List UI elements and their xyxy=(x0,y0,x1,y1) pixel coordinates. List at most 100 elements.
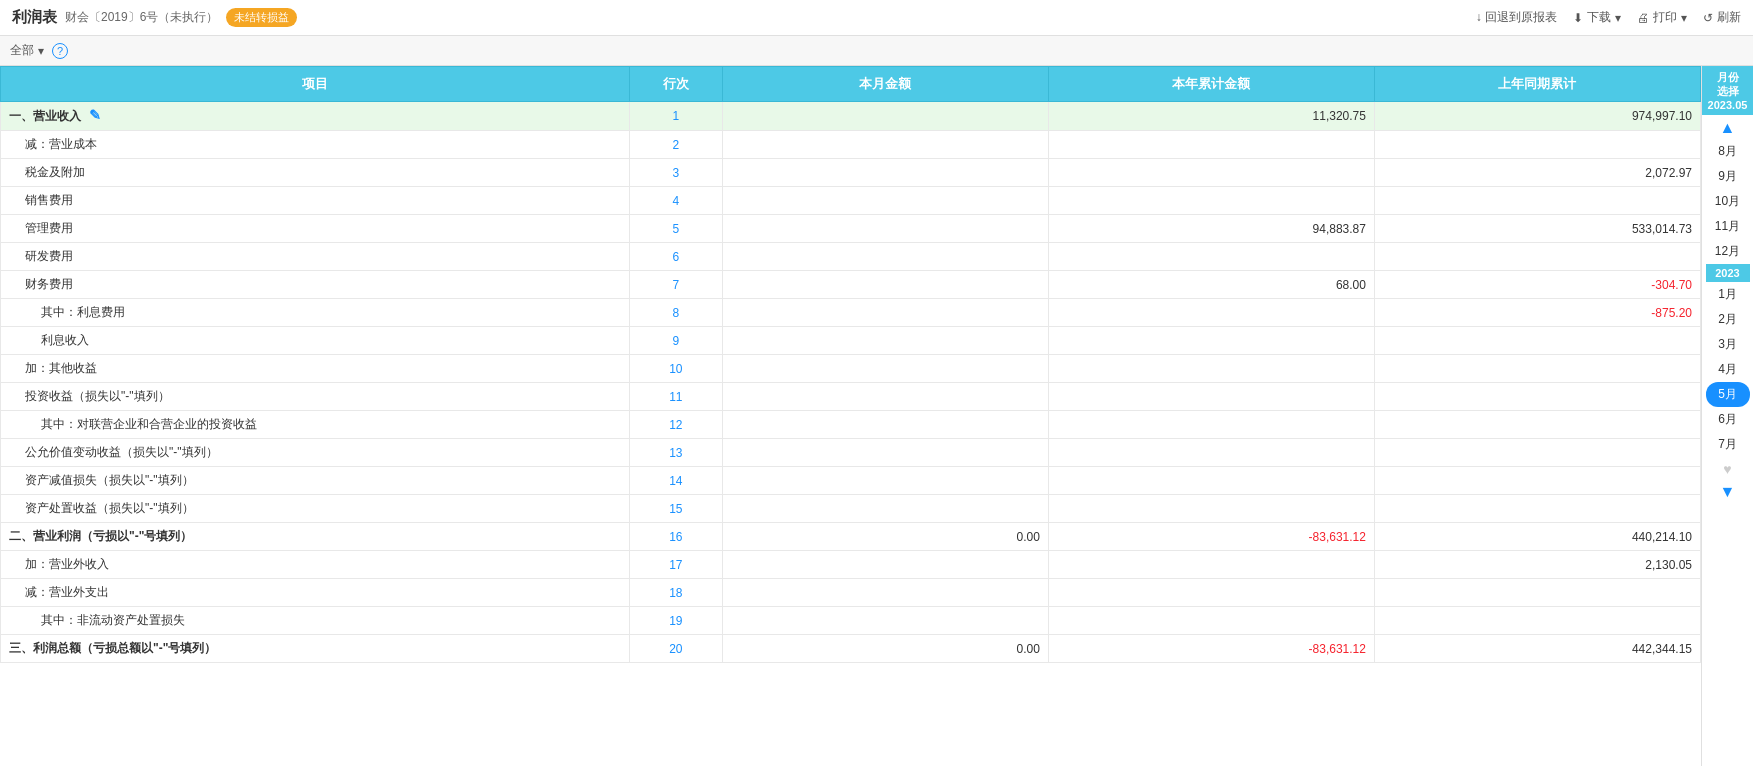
row-name-text: 资产减值损失（损失以"-"填列） xyxy=(25,473,194,487)
row-name-text: 二、营业利润（亏损以"-"号填列） xyxy=(9,529,192,543)
row-name-text: 其中：对联营企业和合营企业的投资收益 xyxy=(41,417,257,431)
cell-ytd-value xyxy=(1048,355,1374,383)
table-row[interactable]: 其中：利息费用8-875.20 xyxy=(1,299,1701,327)
cell-row-num: 19 xyxy=(629,607,722,635)
cell-name: 其中：利息费用 xyxy=(1,299,630,327)
cell-prior-value xyxy=(1374,355,1700,383)
table-row[interactable]: 二、营业利润（亏损以"-"号填列）160.00-83,631.12440,214… xyxy=(1,523,1701,551)
month-item[interactable]: 1月 xyxy=(1706,282,1750,307)
cell-name: 财务费用 xyxy=(1,271,630,299)
cell-month-value xyxy=(722,327,1048,355)
month-item[interactable]: 2月 xyxy=(1706,307,1750,332)
cell-month-value xyxy=(722,355,1048,383)
row-name-text: 公允价值变动收益（损失以"-"填列） xyxy=(25,445,218,459)
cell-month-value xyxy=(722,607,1048,635)
table-row[interactable]: 一、营业收入 ✎111,320.75974,997.10 xyxy=(1,102,1701,131)
cell-prior-value xyxy=(1374,131,1700,159)
cell-ytd-value: -83,631.12 xyxy=(1048,523,1374,551)
cell-name: 一、营业收入 ✎ xyxy=(1,102,630,131)
cell-prior-value xyxy=(1374,467,1700,495)
month-item[interactable]: 4月 xyxy=(1706,357,1750,382)
data-table: 项目 行次 本月金额 本年累计金额 上年同期累计 一、营业收入 ✎111,320… xyxy=(0,66,1701,663)
toolbar: 全部 ▾ ? xyxy=(0,36,1753,66)
row-name-text: 三、利润总额（亏损总额以"-"号填列） xyxy=(9,641,216,655)
cell-row-num: 1 xyxy=(629,102,722,131)
table-row[interactable]: 投资收益（损失以"-"填列）11 xyxy=(1,383,1701,411)
cell-row-num: 18 xyxy=(629,579,722,607)
side-panel-header: 月份选择 2023.05 xyxy=(1702,66,1753,115)
month-item[interactable]: 8月 xyxy=(1706,139,1750,164)
cell-prior-value xyxy=(1374,327,1700,355)
cell-prior-value xyxy=(1374,579,1700,607)
table-row[interactable]: 其中：对联营企业和合营企业的投资收益12 xyxy=(1,411,1701,439)
cell-ytd-value xyxy=(1048,131,1374,159)
table-row[interactable]: 利息收入9 xyxy=(1,327,1701,355)
cell-ytd-value: -83,631.12 xyxy=(1048,635,1374,663)
table-row[interactable]: 管理费用594,883.87533,014.73 xyxy=(1,215,1701,243)
month-item[interactable]: 7月 xyxy=(1706,432,1750,457)
cell-row-num: 16 xyxy=(629,523,722,551)
print-chevron-icon: ▾ xyxy=(1681,11,1687,25)
month-item[interactable]: 5月 xyxy=(1706,382,1750,407)
table-row[interactable]: 加：其他收益10 xyxy=(1,355,1701,383)
scope-selector[interactable]: 全部 ▾ xyxy=(10,42,44,59)
table-row[interactable]: 减：营业外支出18 xyxy=(1,579,1701,607)
table-row[interactable]: 资产减值损失（损失以"-"填列）14 xyxy=(1,467,1701,495)
table-row[interactable]: 财务费用768.00-304.70 xyxy=(1,271,1701,299)
table-row[interactable]: 税金及附加32,072.97 xyxy=(1,159,1701,187)
main-content: 项目 行次 本月金额 本年累计金额 上年同期累计 一、营业收入 ✎111,320… xyxy=(0,66,1753,766)
month-item[interactable]: 11月 xyxy=(1706,214,1750,239)
month-item[interactable]: 3月 xyxy=(1706,332,1750,357)
cell-month-value xyxy=(722,159,1048,187)
header-left: 利润表 财会〔2019〕6号（未执行） 未结转损益 xyxy=(12,8,297,27)
year-marker: 2023 xyxy=(1706,264,1750,282)
cell-month-value xyxy=(722,271,1048,299)
row-name-text: 研发费用 xyxy=(25,249,73,263)
header-right: ↓ 回退到原报表 ⬇ 下载 ▾ 🖨 打印 ▾ ↺ 刷新 xyxy=(1476,9,1741,26)
table-row[interactable]: 加：营业外收入172,130.05 xyxy=(1,551,1701,579)
cell-ytd-value xyxy=(1048,579,1374,607)
row-name-text: 一、营业收入 xyxy=(9,109,81,123)
table-row[interactable]: 三、利润总额（亏损总额以"-"号填列）200.00-83,631.12442,3… xyxy=(1,635,1701,663)
refresh-btn[interactable]: ↺ 刷新 xyxy=(1703,9,1741,26)
cell-name: 三、利润总额（亏损总额以"-"号填列） xyxy=(1,635,630,663)
col-header-prior: 上年同期累计 xyxy=(1374,67,1700,102)
cell-ytd-value: 94,883.87 xyxy=(1048,215,1374,243)
download-btn[interactable]: ⬇ 下载 ▾ xyxy=(1573,9,1621,26)
cell-prior-value: -304.70 xyxy=(1374,271,1700,299)
print-btn[interactable]: 🖨 打印 ▾ xyxy=(1637,9,1687,26)
table-row[interactable]: 研发费用6 xyxy=(1,243,1701,271)
page-header: 利润表 财会〔2019〕6号（未执行） 未结转损益 ↓ 回退到原报表 ⬇ 下载 … xyxy=(0,0,1753,36)
month-nav-arrow[interactable]: ▲ xyxy=(1716,117,1740,139)
col-header-month: 本月金额 xyxy=(722,67,1048,102)
month-item[interactable]: 10月 xyxy=(1706,189,1750,214)
current-date-label: 2023.05 xyxy=(1708,99,1748,111)
cell-name: 利息收入 xyxy=(1,327,630,355)
download-icon: ⬇ xyxy=(1573,11,1583,25)
cell-row-num: 13 xyxy=(629,439,722,467)
table-row[interactable]: 资产处置收益（损失以"-"填列）15 xyxy=(1,495,1701,523)
cell-name: 减：营业外支出 xyxy=(1,579,630,607)
cell-row-num: 2 xyxy=(629,131,722,159)
cell-row-num: 15 xyxy=(629,495,722,523)
table-row[interactable]: 公允价值变动收益（损失以"-"填列） 13 xyxy=(1,439,1701,467)
month-item[interactable]: 9月 xyxy=(1706,164,1750,189)
month-item: ♥ xyxy=(1706,457,1750,481)
month-nav-arrow[interactable]: ▼ xyxy=(1716,481,1740,503)
cell-ytd-value: 68.00 xyxy=(1048,271,1374,299)
cell-row-num: 8 xyxy=(629,299,722,327)
table-row[interactable]: 销售费用4 xyxy=(1,187,1701,215)
table-row[interactable]: 减：营业成本2 xyxy=(1,131,1701,159)
row-name-text: 销售费用 xyxy=(25,193,73,207)
cell-ytd-value xyxy=(1048,467,1374,495)
row-name-text: 加：其他收益 xyxy=(25,361,97,375)
month-item[interactable]: 6月 xyxy=(1706,407,1750,432)
month-item[interactable]: 12月 xyxy=(1706,239,1750,264)
help-icon[interactable]: ? xyxy=(52,43,68,59)
back-btn[interactable]: ↓ 回退到原报表 xyxy=(1476,9,1557,26)
cell-ytd-value xyxy=(1048,187,1374,215)
cell-ytd-value xyxy=(1048,439,1374,467)
print-icon: 🖨 xyxy=(1637,11,1649,25)
table-row[interactable]: 其中：非流动资产处置损失19 xyxy=(1,607,1701,635)
edit-icon[interactable]: ✎ xyxy=(85,107,101,123)
